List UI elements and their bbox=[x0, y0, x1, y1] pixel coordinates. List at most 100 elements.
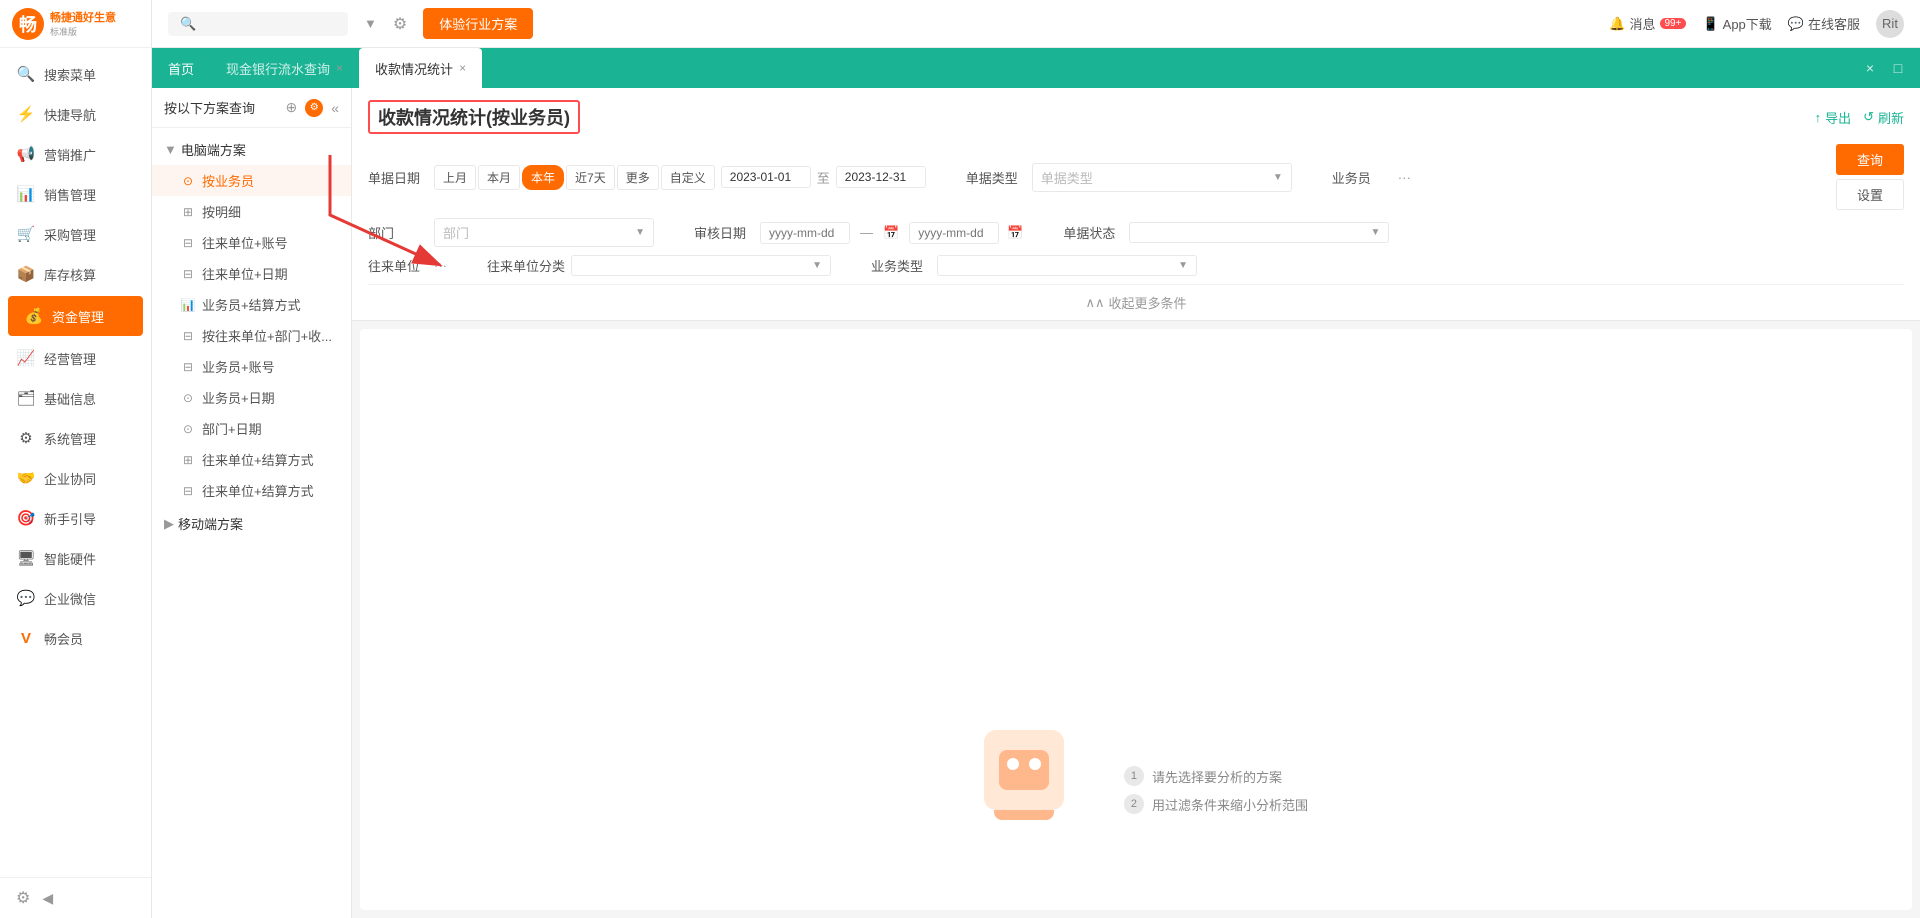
biz-type-select[interactable]: ▼ bbox=[937, 255, 1197, 276]
calendar-icon: 📅 bbox=[883, 225, 899, 241]
scheme-item-counterpart-account[interactable]: ⊟ 往来单位+账号 bbox=[152, 227, 351, 258]
sidebar-item-system[interactable]: ⚙ 系统管理 bbox=[0, 418, 151, 458]
date-separator: 至 bbox=[817, 168, 830, 187]
counterpart-type-select[interactable]: ▼ bbox=[571, 255, 831, 276]
finance-icon: 💰 bbox=[24, 306, 44, 326]
window-buttons: × □ bbox=[1848, 48, 1920, 88]
scheme-tree: ▼ 电脑端方案 ⊙ 按业务员 ⊞ 按明细 ⊟ 往来单位+账号 bbox=[152, 128, 351, 918]
sidebar-item-finance[interactable]: 💰 资金管理 bbox=[8, 296, 143, 336]
scheme-cc2-icon: ⊟ bbox=[180, 483, 196, 499]
desktop-scheme-header[interactable]: ▼ 电脑端方案 bbox=[152, 134, 351, 165]
tab-collection-close-icon[interactable]: × bbox=[459, 61, 466, 75]
notification-btn[interactable]: 🔔 消息 99+ bbox=[1609, 14, 1686, 33]
user-avatar[interactable]: Rit bbox=[1876, 10, 1904, 38]
online-service-btn[interactable]: 💬 在线客服 bbox=[1788, 14, 1860, 33]
date-range-picker: 至 bbox=[721, 166, 926, 188]
empty-illustration bbox=[964, 730, 1084, 850]
scheme-item-counterpart-calc2[interactable]: ⊟ 往来单位+结算方式 bbox=[152, 475, 351, 506]
smarthw-icon: 🖥 bbox=[16, 548, 36, 568]
sidebar-item-inventory[interactable]: 📦 库存核算 bbox=[0, 254, 151, 294]
scheme-item-salesperson-calc[interactable]: 📊 业务员+结算方式 bbox=[152, 289, 351, 320]
doc-type-select[interactable]: 单据类型 ▼ bbox=[1032, 163, 1292, 192]
date-btn-lastmonth[interactable]: 上月 bbox=[434, 165, 476, 190]
sidebar-item-marketing[interactable]: 📢 营销推广 bbox=[0, 134, 151, 174]
sidebar-item-operation[interactable]: 📈 经营管理 bbox=[0, 338, 151, 378]
chevron-down-icon: ▼ bbox=[364, 16, 377, 31]
scheme-item-dept-date[interactable]: ⊙ 部门+日期 bbox=[152, 413, 351, 444]
collapse-bar[interactable]: ∧∧ 收起更多条件 bbox=[368, 284, 1904, 320]
scheme-item-by-salesperson[interactable]: ⊙ 按业务员 bbox=[152, 165, 351, 196]
filter-row-2: 部门 部门 ▼ 审核日期 — 📅 📅 bbox=[368, 218, 1904, 247]
scheme-item-counterpart-date[interactable]: ⊟ 往来单位+日期 bbox=[152, 258, 351, 289]
window-close-btn[interactable]: × bbox=[1860, 58, 1880, 78]
doc-status-select[interactable]: ▼ bbox=[1129, 222, 1389, 243]
panel-collapse-icon[interactable]: « bbox=[331, 100, 339, 116]
date-quick-buttons: 上月 本月 本年 近7天 更多 自定义 bbox=[434, 165, 715, 190]
logo-icon: 畅 bbox=[12, 8, 44, 40]
review-date-end-input[interactable] bbox=[909, 222, 999, 244]
trial-button[interactable]: 体验行业方案 bbox=[423, 8, 533, 39]
scheme-detail-icon: ⊞ bbox=[180, 204, 196, 220]
sidebar-item-sales[interactable]: 📊 销售管理 bbox=[0, 174, 151, 214]
sales-icon: 📊 bbox=[16, 184, 36, 204]
page-area: 按以下方案查询 ⊕ ⚙ « ▼ 电脑端方案 ⊙ 按业务员 bbox=[152, 88, 1920, 918]
date-btn-7days[interactable]: 近7天 bbox=[566, 165, 615, 190]
topbar-right: 🔔 消息 99+ 📱 App下载 💬 在线客服 Rit bbox=[1609, 10, 1904, 38]
app-download-btn[interactable]: 📱 App下载 bbox=[1702, 14, 1771, 33]
date-btn-custom[interactable]: 自定义 bbox=[661, 165, 715, 190]
sidebar-item-basicinfo[interactable]: 🗂 基础信息 bbox=[0, 378, 151, 418]
sidebar-item-member[interactable]: V 畅会员 bbox=[0, 618, 151, 658]
filter-settings-button[interactable]: 设置 bbox=[1836, 179, 1904, 210]
scheme-dd-icon: ⊙ bbox=[180, 421, 196, 437]
newguide-icon: 🎯 bbox=[16, 508, 36, 528]
counterpart-more-icon[interactable]: ··· bbox=[434, 258, 447, 273]
scheme-item-counterpart-calc1[interactable]: ⊞ 往来单位+结算方式 bbox=[152, 444, 351, 475]
date-start-input[interactable] bbox=[721, 166, 811, 188]
review-date-start-input[interactable] bbox=[760, 222, 850, 244]
topbar-search[interactable]: 🔍 bbox=[168, 12, 348, 36]
date-btn-thismonth[interactable]: 本月 bbox=[478, 165, 520, 190]
export-button[interactable]: ↑ 导出 bbox=[1815, 108, 1852, 127]
query-settings-buttons: 查询 设置 bbox=[1836, 144, 1904, 210]
sidebar-item-enterprise[interactable]: 🤝 企业协同 bbox=[0, 458, 151, 498]
scheme-item-salesperson-date[interactable]: ⊙ 业务员+日期 bbox=[152, 382, 351, 413]
tab-home[interactable]: 首页 bbox=[152, 48, 210, 88]
biz-type-filter-item: 业务类型 ▼ bbox=[871, 255, 1197, 276]
mobile-scheme-header[interactable]: ▶ 移动端方案 bbox=[152, 508, 351, 539]
refresh-button[interactable]: ↺ 刷新 bbox=[1863, 108, 1904, 127]
counterpart-type-filter-item: 往来单位分类 ▼ bbox=[487, 255, 831, 276]
date-btn-more[interactable]: 更多 bbox=[617, 165, 659, 190]
topbar-dropdown[interactable]: ▼ bbox=[364, 16, 377, 31]
sidebar-item-smarthw[interactable]: 🖥 智能硬件 bbox=[0, 538, 151, 578]
sidebar-item-quicknav[interactable]: ⚡ 快捷导航 bbox=[0, 94, 151, 134]
scheme-sa-icon: ⊟ bbox=[180, 359, 196, 375]
sidebar-item-search[interactable]: 🔍 搜索菜单 bbox=[0, 54, 151, 94]
query-button[interactable]: 查询 bbox=[1836, 144, 1904, 175]
topbar-settings-icon[interactable]: ⚙ bbox=[393, 14, 407, 34]
tab-cashflow[interactable]: 现金银行流水查询 × bbox=[210, 48, 359, 88]
scheme-item-by-detail[interactable]: ⊞ 按明细 bbox=[152, 196, 351, 227]
scheme-item-counterpart-dept-recv[interactable]: ⊟ 按往来单位+部门+收... bbox=[152, 320, 351, 351]
tab-collection[interactable]: 收款情况统计 × bbox=[359, 48, 482, 88]
chevron-right-icon: ▶ bbox=[164, 516, 174, 532]
doc-type-chevron-icon: ▼ bbox=[1273, 172, 1283, 183]
basicinfo-icon: 🗂 bbox=[16, 388, 36, 408]
marketing-icon: 📢 bbox=[16, 144, 36, 164]
tab-cashflow-close-icon[interactable]: × bbox=[336, 61, 343, 75]
scheme-item-salesperson-account[interactable]: ⊟ 业务员+账号 bbox=[152, 351, 351, 382]
panel-settings-icon[interactable]: ⚙ bbox=[305, 99, 323, 117]
panel-add-icon[interactable]: ⊕ bbox=[285, 99, 297, 116]
sidebar-item-wechat[interactable]: 💬 企业微信 bbox=[0, 578, 151, 618]
sidebar-item-newguide[interactable]: 🎯 新手引导 bbox=[0, 498, 151, 538]
window-maximize-btn[interactable]: □ bbox=[1888, 58, 1908, 78]
dept-select[interactable]: 部门 ▼ bbox=[434, 218, 654, 247]
sidebar-item-purchase[interactable]: 🛒 采购管理 bbox=[0, 214, 151, 254]
scheme-cd-icon: ⊟ bbox=[180, 266, 196, 282]
date-filter-item: 单据日期 上月 本月 本年 近7天 更多 自定义 至 bbox=[368, 165, 926, 190]
sidebar-settings-icon[interactable]: ⚙ bbox=[16, 888, 30, 908]
salesperson-more-icon[interactable]: ··· bbox=[1398, 170, 1411, 185]
date-btn-thisyear[interactable]: 本年 bbox=[522, 165, 564, 190]
review-date-filter-item: 审核日期 — 📅 📅 bbox=[694, 222, 1023, 244]
sidebar-collapse-icon[interactable]: ◀ bbox=[42, 890, 53, 907]
date-end-input[interactable] bbox=[836, 166, 926, 188]
